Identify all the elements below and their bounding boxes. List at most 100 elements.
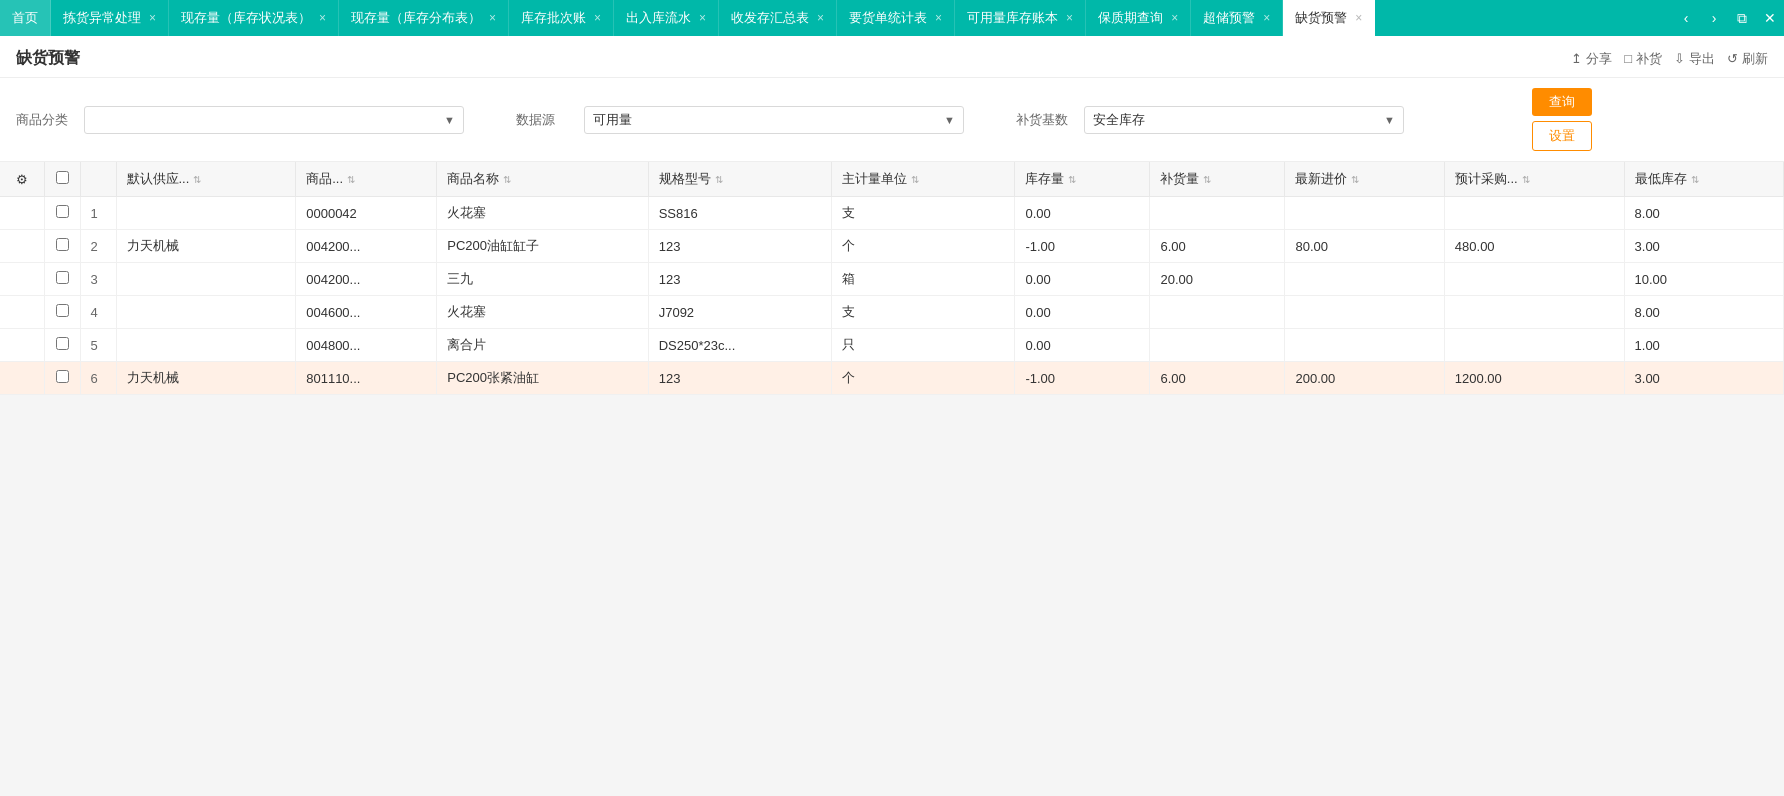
close-icon-expiry-query[interactable]: × xyxy=(1171,11,1178,25)
sort-icon-goods-code: ⇅ xyxy=(347,174,355,185)
nav-prev-button[interactable]: ‹ xyxy=(1672,0,1700,36)
nav-close-button[interactable]: ✕ xyxy=(1756,0,1784,36)
column-latest-price[interactable]: 最新进价 ⇅ xyxy=(1285,162,1444,197)
cell-minstock-5: 3.00 xyxy=(1624,362,1783,395)
nav-label-receive-summary: 收发存汇总表 xyxy=(731,9,809,27)
replenish-base-label: 补货基数 xyxy=(1016,111,1076,129)
cell-goodsname-3: 火花塞 xyxy=(437,296,648,329)
nav-item-inventory-status[interactable]: 现存量（库存状况表） × xyxy=(169,0,339,36)
nav-restore-button[interactable]: ⧉ xyxy=(1728,0,1756,36)
query-button[interactable]: 查询 xyxy=(1532,88,1592,116)
column-gear[interactable]: ⚙ xyxy=(0,162,44,197)
close-icon-abnormal[interactable]: × xyxy=(149,11,156,25)
cell-estimatedpurchase-3 xyxy=(1444,296,1624,329)
column-spec-model[interactable]: 规格型号 ⇅ xyxy=(648,162,831,197)
close-icon-inventory-status[interactable]: × xyxy=(319,11,326,25)
cell-goodsname-5: PC200张紧油缸 xyxy=(437,362,648,395)
nav-item-inout-flow[interactable]: 出入库流水 × xyxy=(614,0,719,36)
nav-arrows: ‹ › ⧉ ✕ xyxy=(1672,0,1784,36)
column-checkbox xyxy=(44,162,80,197)
datasource-select[interactable]: 可用量 ▼ xyxy=(584,106,964,134)
cell-estimatedpurchase-2 xyxy=(1444,263,1624,296)
cell-latestprice-0 xyxy=(1285,197,1444,230)
sort-icon-spec-model: ⇅ xyxy=(715,174,723,185)
cell-gear-2 xyxy=(0,263,44,296)
nav-item-batch-account[interactable]: 库存批次账 × xyxy=(509,0,614,36)
row-checkbox-4[interactable] xyxy=(56,337,69,350)
nav-next-button[interactable]: › xyxy=(1700,0,1728,36)
cell-goodscode-2: 004200... xyxy=(296,263,437,296)
gear-icon: ⚙ xyxy=(16,172,28,187)
nav-item-abnormal[interactable]: 拣货异常处理 × xyxy=(51,0,169,36)
col-label-spec-model: 规格型号 xyxy=(659,170,711,188)
close-icon-available-ledger[interactable]: × xyxy=(1066,11,1073,25)
nav-item-available-ledger[interactable]: 可用量库存账本 × xyxy=(955,0,1086,36)
category-select[interactable]: ▼ xyxy=(84,106,464,134)
column-replenish-qty[interactable]: 补货量 ⇅ xyxy=(1150,162,1285,197)
replenish-base-select[interactable]: 安全库存 ▼ xyxy=(1084,106,1404,134)
nav-label-overstock: 超储预警 xyxy=(1203,9,1255,27)
table-row: 3 004200... 三九 123 箱 0.00 20.00 10.00 xyxy=(0,263,1784,296)
column-min-stock[interactable]: 最低库存 ⇅ xyxy=(1624,162,1783,197)
col-label-goods-code: 商品... xyxy=(306,170,343,188)
cell-checkbox-5[interactable] xyxy=(44,362,80,395)
row-checkbox-5[interactable] xyxy=(56,370,69,383)
row-checkbox-3[interactable] xyxy=(56,304,69,317)
setting-button[interactable]: 设置 xyxy=(1532,121,1592,151)
column-default-supplier[interactable]: 默认供应... ⇅ xyxy=(116,162,296,197)
cell-latestprice-4 xyxy=(1285,329,1444,362)
cell-checkbox-3[interactable] xyxy=(44,296,80,329)
close-icon-inout-flow[interactable]: × xyxy=(699,11,706,25)
close-icon-shortage[interactable]: × xyxy=(1355,11,1362,25)
sort-icon-unit: ⇅ xyxy=(911,174,919,185)
nav-item-expiry-query[interactable]: 保质期查询 × xyxy=(1086,0,1191,36)
refresh-button[interactable]: ↺ 刷新 xyxy=(1727,50,1768,68)
cell-rownum-1: 2 xyxy=(80,230,116,263)
column-stock-qty[interactable]: 库存量 ⇅ xyxy=(1015,162,1150,197)
cell-checkbox-1[interactable] xyxy=(44,230,80,263)
export-button[interactable]: ⇩ 导出 xyxy=(1674,50,1715,68)
nav-label-batch-account: 库存批次账 xyxy=(521,9,586,27)
row-checkbox-2[interactable] xyxy=(56,271,69,284)
select-all-checkbox[interactable] xyxy=(56,171,69,184)
nav-label-available-ledger: 可用量库存账本 xyxy=(967,9,1058,27)
share-label: 分享 xyxy=(1586,50,1612,68)
replenish-button[interactable]: □ 补货 xyxy=(1624,50,1662,68)
nav-label-abnormal: 拣货异常处理 xyxy=(63,9,141,27)
column-unit[interactable]: 主计量单位 ⇅ xyxy=(831,162,1015,197)
cell-goodscode-0: 0000042 xyxy=(296,197,437,230)
table-row: 6 力天机械 801110... PC200张紧油缸 123 个 -1.00 6… xyxy=(0,362,1784,395)
cell-goodscode-5: 801110... xyxy=(296,362,437,395)
cell-checkbox-2[interactable] xyxy=(44,263,80,296)
cell-supplier-1: 力天机械 xyxy=(116,230,296,263)
row-checkbox-1[interactable] xyxy=(56,238,69,251)
row-checkbox-0[interactable] xyxy=(56,205,69,218)
cell-estimatedpurchase-5: 1200.00 xyxy=(1444,362,1624,395)
table-header-row: ⚙ 默认供应... ⇅ 商品... xyxy=(0,162,1784,197)
nav-item-shortage[interactable]: 缺货预警 × xyxy=(1283,0,1375,36)
nav-item-home[interactable]: 首页 xyxy=(0,0,51,36)
close-icon-batch-account[interactable]: × xyxy=(594,11,601,25)
column-estimated-purchase[interactable]: 预计采购... ⇅ xyxy=(1444,162,1624,197)
close-icon-overstock[interactable]: × xyxy=(1263,11,1270,25)
nav-label-inventory-dist: 现存量（库存分布表） xyxy=(351,9,481,27)
close-icon-receive-summary[interactable]: × xyxy=(817,11,824,25)
nav-item-overstock[interactable]: 超储预警 × xyxy=(1191,0,1283,36)
nav-item-inventory-dist[interactable]: 现存量（库存分布表） × xyxy=(339,0,509,36)
cell-unit-5: 个 xyxy=(831,362,1015,395)
sort-icon-estimated-purchase: ⇅ xyxy=(1522,174,1530,185)
cell-estimatedpurchase-1: 480.00 xyxy=(1444,230,1624,263)
column-goods-code[interactable]: 商品... ⇅ xyxy=(296,162,437,197)
page-header: 缺货预警 ↥ 分享 □ 补货 ⇩ 导出 ↺ 刷新 xyxy=(0,36,1784,78)
nav-item-order-stats[interactable]: 要货单统计表 × xyxy=(837,0,955,36)
close-icon-inventory-dist[interactable]: × xyxy=(489,11,496,25)
nav-item-receive-summary[interactable]: 收发存汇总表 × xyxy=(719,0,837,36)
cell-latestprice-1: 80.00 xyxy=(1285,230,1444,263)
cell-unit-3: 支 xyxy=(831,296,1015,329)
share-button[interactable]: ↥ 分享 xyxy=(1571,50,1612,68)
cell-checkbox-0[interactable] xyxy=(44,197,80,230)
cell-checkbox-4[interactable] xyxy=(44,329,80,362)
column-goods-name[interactable]: 商品名称 ⇅ xyxy=(437,162,648,197)
close-icon-order-stats[interactable]: × xyxy=(935,11,942,25)
cell-goodsname-4: 离合片 xyxy=(437,329,648,362)
